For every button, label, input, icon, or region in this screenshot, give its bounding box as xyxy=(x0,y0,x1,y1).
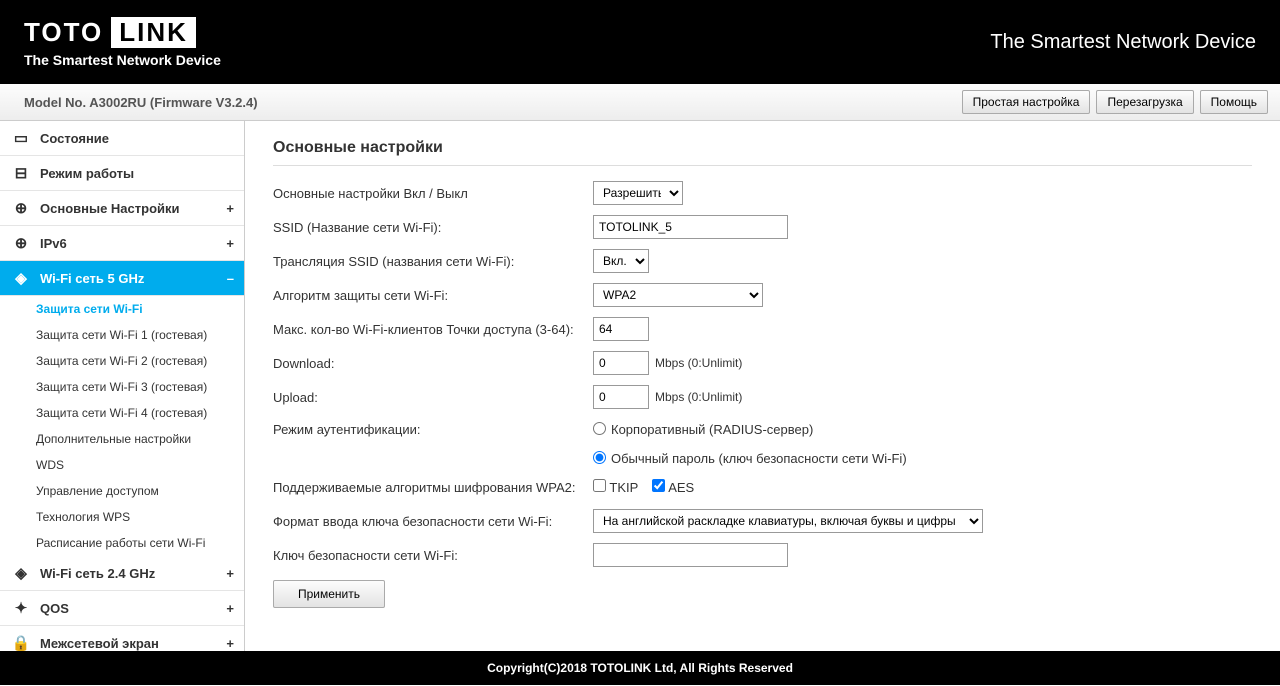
auth-radius-radio[interactable] xyxy=(593,422,606,435)
label-wpa2alg: Поддерживаемые алгоритмы шифрования WPA2… xyxy=(273,480,593,495)
upload-input[interactable] xyxy=(593,385,649,409)
keyformat-select[interactable]: На английской раскладке клавиатуры, вклю… xyxy=(593,509,983,533)
nav-qos[interactable]: ✦ QOS + xyxy=(0,591,244,626)
collapse-icon: – xyxy=(227,271,234,286)
sub-guest2[interactable]: Защита сети Wi-Fi 2 (гостевая) xyxy=(0,348,244,374)
nav-firewall[interactable]: 🔒 Межсетевой экран + xyxy=(0,626,244,651)
download-input[interactable] xyxy=(593,351,649,375)
nav-status[interactable]: ▭ Состояние xyxy=(0,121,244,156)
auth-psk-label: Обычный пароль (ключ безопасности сети W… xyxy=(611,451,907,466)
lock-icon: 🔒 xyxy=(12,634,30,651)
label-keyformat: Формат ввода ключа безопасности сети Wi-… xyxy=(273,514,593,529)
tkip-checkbox[interactable] xyxy=(593,479,606,492)
auth-psk-radio[interactable] xyxy=(593,451,606,464)
label-ssid: SSID (Название сети Wi-Fi): xyxy=(273,220,593,235)
mbps-hint: Mbps (0:Unlimit) xyxy=(655,390,742,404)
nav-wifi-24ghz[interactable]: ◈ Wi-Fi сеть 2.4 GHz + xyxy=(0,556,244,591)
label-broadcast: Трансляция SSID (названия сети Wi-Fi): xyxy=(273,254,593,269)
logo: TOTO LINK xyxy=(24,17,221,48)
nav-label: IPv6 xyxy=(40,236,67,251)
divider xyxy=(273,165,1252,166)
nav-basic[interactable]: ⊕ Основные Настройки + xyxy=(0,191,244,226)
aes-option[interactable]: AES xyxy=(652,479,694,495)
logo-block: TOTO LINK The Smartest Network Device xyxy=(24,17,221,68)
maxclients-input[interactable] xyxy=(593,317,649,341)
sub-schedule[interactable]: Расписание работы сети Wi-Fi xyxy=(0,530,244,556)
nav-mode[interactable]: ⊟ Режим работы xyxy=(0,156,244,191)
help-button[interactable]: Помощь xyxy=(1200,90,1268,114)
broadcast-select[interactable]: Вкл. xyxy=(593,249,649,273)
ssid-input[interactable] xyxy=(593,215,788,239)
header-tagline: The Smartest Network Device xyxy=(990,31,1256,54)
globe-icon: ⊕ xyxy=(12,199,30,217)
auth-psk-option[interactable]: Обычный пароль (ключ безопасности сети W… xyxy=(593,451,907,466)
sub-wds[interactable]: WDS xyxy=(0,452,244,478)
auth-radius-label: Корпоративный (RADIUS-сервер) xyxy=(611,422,813,437)
model-label: Model No. A3002RU (Firmware V3.2.4) xyxy=(24,95,258,110)
expand-icon: + xyxy=(226,636,234,651)
sub-advanced[interactable]: Дополнительные настройки xyxy=(0,426,244,452)
label-encryption: Алгоритм защиты сети Wi-Fi: xyxy=(273,288,593,303)
logo-text-right: LINK xyxy=(111,17,196,48)
top-buttons: Простая настройка Перезагрузка Помощь xyxy=(962,90,1268,114)
main: ▭ Состояние ⊟ Режим работы ⊕ Основные На… xyxy=(0,121,1280,651)
topbar: Model No. A3002RU (Firmware V3.2.4) Прос… xyxy=(0,84,1280,121)
content: Основные настройки Основные настройки Вк… xyxy=(245,121,1280,651)
apply-button[interactable]: Применить xyxy=(273,580,385,608)
mode-icon: ⊟ xyxy=(12,164,30,182)
expand-icon: + xyxy=(226,201,234,216)
sub-security[interactable]: Защита сети Wi-Fi xyxy=(0,296,244,322)
wifi-icon: ◈ xyxy=(12,564,30,582)
sub-wps[interactable]: Технология WPS xyxy=(0,504,244,530)
encryption-select[interactable]: WPA2 xyxy=(593,283,763,307)
enable-select[interactable]: Разрешить xyxy=(593,181,683,205)
sub-guest3[interactable]: Защита сети Wi-Fi 3 (гостевая) xyxy=(0,374,244,400)
reboot-button[interactable]: Перезагрузка xyxy=(1096,90,1193,114)
header: TOTO LINK The Smartest Network Device Th… xyxy=(0,0,1280,84)
sub-acl[interactable]: Управление доступом xyxy=(0,478,244,504)
sub-guest4[interactable]: Защита сети Wi-Fi 4 (гостевая) xyxy=(0,400,244,426)
expand-icon: + xyxy=(226,601,234,616)
label-authmode: Режим аутентификации: xyxy=(273,422,593,437)
wifi-icon: ◈ xyxy=(12,269,30,287)
qos-icon: ✦ xyxy=(12,599,30,617)
key-input[interactable] xyxy=(593,543,788,567)
sidebar[interactable]: ▭ Состояние ⊟ Режим работы ⊕ Основные На… xyxy=(0,121,245,651)
nav-label: Wi-Fi сеть 5 GHz xyxy=(40,271,144,286)
tkip-option[interactable]: TKIP xyxy=(593,479,638,495)
footer: Copyright(C)2018 TOTOLINK Ltd, All Right… xyxy=(0,651,1280,685)
status-icon: ▭ xyxy=(12,129,30,147)
nav-label: Режим работы xyxy=(40,166,134,181)
nav-label: Wi-Fi сеть 2.4 GHz xyxy=(40,566,155,581)
nav-label: Межсетевой экран xyxy=(40,636,159,651)
label-maxclients: Макс. кол-во Wi-Fi-клиентов Точки доступ… xyxy=(273,322,593,337)
logo-tagline: The Smartest Network Device xyxy=(24,52,221,68)
globe-icon: ⊕ xyxy=(12,234,30,252)
aes-checkbox[interactable] xyxy=(652,479,665,492)
label-key: Ключ безопасности сети Wi-Fi: xyxy=(273,548,593,563)
label-enable: Основные настройки Вкл / Выкл xyxy=(273,186,593,201)
page-title: Основные настройки xyxy=(273,139,1252,157)
expand-icon: + xyxy=(226,236,234,251)
nav-label: Основные Настройки xyxy=(40,201,180,216)
nav-label: QOS xyxy=(40,601,69,616)
logo-text-left: TOTO xyxy=(24,17,103,48)
tkip-label: TKIP xyxy=(609,480,638,495)
label-upload: Upload: xyxy=(273,390,593,405)
mbps-hint: Mbps (0:Unlimit) xyxy=(655,356,742,370)
simple-setup-button[interactable]: Простая настройка xyxy=(962,90,1091,114)
nav-label: Состояние xyxy=(40,131,109,146)
nav-wifi-5ghz[interactable]: ◈ Wi-Fi сеть 5 GHz – xyxy=(0,261,244,296)
auth-radius-option[interactable]: Корпоративный (RADIUS-сервер) xyxy=(593,422,813,437)
aes-label: AES xyxy=(668,480,694,495)
label-download: Download: xyxy=(273,356,593,371)
expand-icon: + xyxy=(226,566,234,581)
sub-guest1[interactable]: Защита сети Wi-Fi 1 (гостевая) xyxy=(0,322,244,348)
nav-ipv6[interactable]: ⊕ IPv6 + xyxy=(0,226,244,261)
